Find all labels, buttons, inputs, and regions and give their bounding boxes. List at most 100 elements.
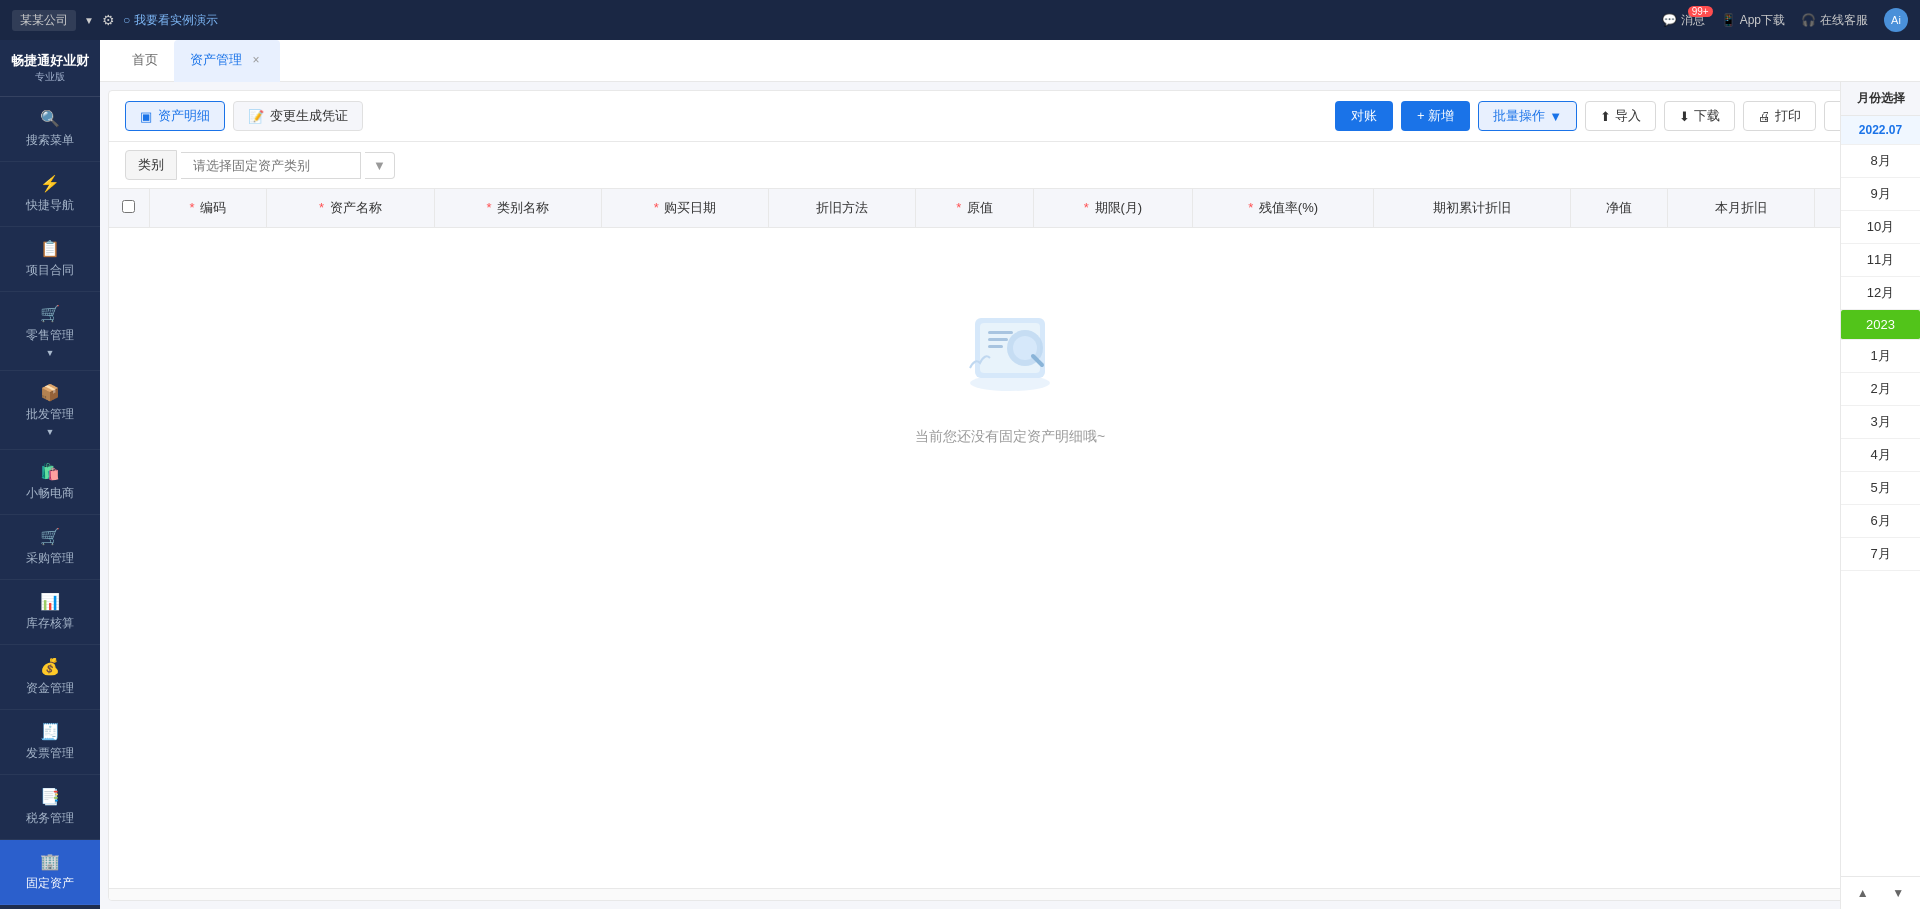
month-item-8[interactable]: 8月 [1841, 145, 1920, 178]
table-header-row: * 编码 * 资产名称 * 类别名称 [109, 189, 1911, 228]
month-panel-header: 月份选择 [1841, 82, 1920, 116]
col-purchase-date: * 购买日期 [601, 189, 768, 228]
col-period: * 期限(月) [1033, 189, 1192, 228]
month-item-3[interactable]: 3月 [1841, 406, 1920, 439]
message-badge: 99+ [1688, 6, 1713, 17]
search-icon: 🔍 [40, 109, 60, 128]
batch-arrow-icon: ▼ [1549, 109, 1562, 124]
top-bar: 某某公司 ▼ ⚙ ○ 我要看实例演示 💬 消息 99+ 📱 App下载 🎧 在线… [0, 0, 1920, 40]
month-item-10[interactable]: 10月 [1841, 211, 1920, 244]
sidebar-item-wholesale[interactable]: 📦 批发管理 ▼ [0, 371, 100, 450]
category-arrow-icon[interactable]: ▼ [365, 152, 395, 179]
month-panel-collapse-button[interactable]: ▶ [1840, 476, 1841, 516]
tax-icon: 📑 [40, 787, 60, 806]
headset-icon: 🎧 [1801, 13, 1816, 27]
sidebar-item-invoice[interactable]: 🧾 发票管理 [0, 710, 100, 775]
sidebar-item-retail[interactable]: 🛒 零售管理 ▼ [0, 292, 100, 371]
month-prev-button[interactable]: ▲ [1851, 881, 1875, 905]
month-item-9[interactable]: 9月 [1841, 178, 1920, 211]
wholesale-icon: 📦 [40, 383, 60, 402]
month-item-7[interactable]: 7月 [1841, 538, 1920, 571]
col-original-value: * 原值 [916, 189, 1034, 228]
download-button[interactable]: ⬇ 下载 [1664, 101, 1735, 131]
month-item-4[interactable]: 4月 [1841, 439, 1920, 472]
subtab-voucher[interactable]: 📝 变更生成凭证 [233, 101, 363, 131]
inventory-icon: 📊 [40, 592, 60, 611]
retail-arrow-icon: ▼ [46, 348, 55, 358]
month-panel: ▶ 月份选择 2022.07 8月 9月 10月 11月 12月 2023 1月… [1840, 82, 1920, 909]
print-button[interactable]: 🖨 打印 [1743, 101, 1816, 131]
purchase-icon: 🛒 [40, 527, 60, 546]
col-monthly-depreciation: 本月折旧 [1668, 189, 1815, 228]
col-residual-rate: * 残值率(%) [1193, 189, 1374, 228]
company-name[interactable]: 某某公司 [12, 10, 76, 31]
sidebar-item-project[interactable]: 📋 项目合同 [0, 227, 100, 292]
month-current-badge[interactable]: 2023 [1841, 310, 1920, 340]
quicknav-icon: ⚡ [40, 174, 60, 193]
sidebar-item-inventory[interactable]: 📊 库存核算 [0, 580, 100, 645]
reconcile-button[interactable]: 对账 [1335, 101, 1393, 131]
sidebar-item-ecommerce[interactable]: 🛍️ 小畅电商 [0, 450, 100, 515]
app-download-icon: 📱 [1721, 13, 1736, 27]
empty-illustration [950, 288, 1070, 408]
message-button[interactable]: 💬 消息 99+ [1662, 12, 1705, 29]
tab-asset[interactable]: 资产管理 × [174, 40, 280, 82]
month-item-5[interactable]: 5月 [1841, 472, 1920, 505]
company-dropdown-icon[interactable]: ▼ [84, 15, 94, 26]
bottom-scrollbar[interactable] [109, 888, 1911, 900]
col-code: * 编码 [149, 189, 267, 228]
subtab-detail[interactable]: ▣ 资产明细 [125, 101, 225, 131]
add-button[interactable]: + 新增 [1401, 101, 1470, 131]
sidebar: 畅捷通好业财 专业版 🔍 搜索菜单 ⚡ 快捷导航 📋 项目合同 🛒 零售管理 ▼… [0, 40, 100, 909]
col-name: * 资产名称 [267, 189, 434, 228]
wholesale-arrow-icon: ▼ [46, 427, 55, 437]
sidebar-item-fixedasset[interactable]: 🏢 固定资产 [0, 840, 100, 905]
month-item-12[interactable]: 12月 [1841, 277, 1920, 310]
month-item-2[interactable]: 2月 [1841, 373, 1920, 406]
sidebar-item-purchase[interactable]: 🛒 采购管理 [0, 515, 100, 580]
sidebar-item-search[interactable]: 🔍 搜索菜单 [0, 97, 100, 162]
app-download-button[interactable]: 📱 App下载 [1721, 12, 1785, 29]
import-button[interactable]: ⬆ 导入 [1585, 101, 1656, 131]
retail-icon: 🛒 [40, 304, 60, 323]
empty-message: 当前您还没有固定资产明细哦~ [915, 428, 1105, 446]
month-item-6[interactable]: 6月 [1841, 505, 1920, 538]
month-item-11[interactable]: 11月 [1841, 244, 1920, 277]
finance-icon: 💰 [40, 657, 60, 676]
asset-table: * 编码 * 资产名称 * 类别名称 [109, 189, 1911, 228]
select-all-checkbox[interactable] [122, 200, 135, 213]
sidebar-item-quicknav[interactable]: ⚡ 快捷导航 [0, 162, 100, 227]
filter-bar: 类别 ▼ [109, 142, 1911, 189]
brand-sub: 专业版 [8, 70, 92, 84]
avatar[interactable]: Ai [1884, 8, 1908, 32]
col-depreciation-method: 折旧方法 [769, 189, 916, 228]
sidebar-item-salary[interactable]: 💵 工资 [0, 905, 100, 909]
demo-link[interactable]: ○ 我要看实例演示 [123, 12, 218, 29]
voucher-tab-icon: 📝 [248, 109, 264, 124]
month-item-1[interactable]: 1月 [1841, 340, 1920, 373]
category-input[interactable] [181, 152, 361, 179]
brand: 畅捷通好业财 专业版 [0, 40, 100, 97]
svg-rect-6 [988, 331, 1013, 334]
batch-label: 批量操作 [1493, 107, 1545, 125]
page-content: ▣ 资产明细 📝 变更生成凭证 对账 + 新增 批量操作 ▼ [100, 82, 1920, 909]
settings-icon[interactable]: ⚙ [102, 12, 115, 28]
subtab-voucher-label: 变更生成凭证 [270, 107, 348, 125]
sub-tabs: ▣ 资产明细 📝 变更生成凭证 对账 + 新增 批量操作 ▼ [109, 91, 1911, 142]
online-service-button[interactable]: 🎧 在线客服 [1801, 12, 1868, 29]
month-year-2022[interactable]: 2022.07 [1841, 116, 1920, 145]
month-next-button[interactable]: ▼ [1886, 881, 1910, 905]
detail-tab-icon: ▣ [140, 109, 152, 124]
tab-home-label: 首页 [132, 51, 158, 69]
print-icon: 🖨 [1758, 109, 1771, 124]
sidebar-item-finance[interactable]: 💰 资金管理 [0, 645, 100, 710]
col-net-value: 净值 [1570, 189, 1667, 228]
sidebar-item-tax[interactable]: 📑 税务管理 [0, 775, 100, 840]
month-list: 2022.07 8月 9月 10月 11月 12月 2023 1月 2月 3月 … [1841, 116, 1920, 876]
top-bar-right: 💬 消息 99+ 📱 App下载 🎧 在线客服 Ai [1662, 8, 1908, 32]
tab-close-icon[interactable]: × [248, 52, 264, 68]
category-label: 类别 [125, 150, 177, 180]
content-area: 首页 资产管理 × ▣ 资产明细 📝 变更生成凭证 [100, 40, 1920, 909]
batch-button[interactable]: 批量操作 ▼ [1478, 101, 1577, 131]
tab-home[interactable]: 首页 [116, 40, 174, 82]
